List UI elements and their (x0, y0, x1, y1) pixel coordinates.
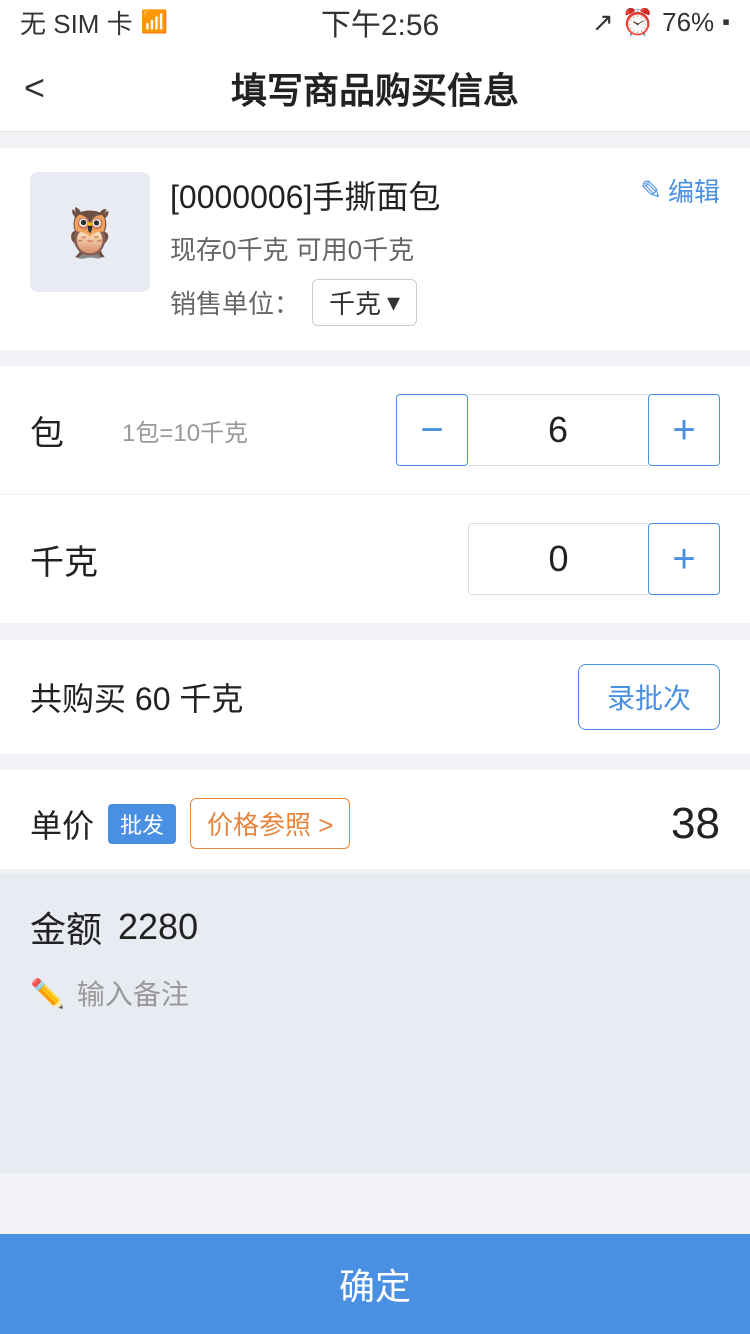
quantity-bao-row: 包 1包=10千克 − + (0, 366, 750, 495)
carrier-label: 无 SIM 卡 (20, 4, 133, 41)
bao-controls: − + (396, 394, 720, 466)
remark-row[interactable]: ✏️ 输入备注 (30, 973, 720, 1013)
bao-label: 包 (30, 406, 110, 455)
batch-button[interactable]: 录批次 (578, 664, 720, 730)
status-bar: 无 SIM 卡 📶 下午2:56 ↗ ⏰ 76% ▪ (0, 0, 750, 44)
amount-label: 金额 (30, 901, 102, 953)
confirm-section[interactable]: 确定 (0, 1234, 750, 1334)
amount-row: 金额 2280 (30, 901, 720, 953)
amount-value: 2280 (118, 906, 198, 948)
quantity-section: 包 1包=10千克 − + 千克 + (0, 366, 750, 624)
product-name: [0000006]手撕面包 (170, 172, 720, 218)
price-label: 单价 (30, 801, 94, 847)
kg-label: 千克 (30, 535, 110, 584)
quantity-kg-row: 千克 + (0, 495, 750, 624)
status-left: 无 SIM 卡 📶 (20, 4, 168, 41)
battery-label: 76% (662, 7, 714, 38)
price-tag: 批发 (108, 804, 176, 844)
price-value: 38 (671, 799, 720, 849)
unit-value: 千克 (329, 284, 381, 321)
edit-button[interactable]: ✎ 编辑 (640, 172, 720, 209)
edit-label: 编辑 (668, 172, 720, 209)
bao-hint: 1包=10千克 (122, 413, 396, 448)
status-time: 下午2:56 (321, 0, 439, 44)
kg-input[interactable] (468, 523, 648, 595)
remark-icon: ✏️ (30, 977, 65, 1010)
bao-minus-button[interactable]: − (396, 394, 468, 466)
confirm-button[interactable]: 确定 (339, 1258, 411, 1310)
price-left: 单价 批发 价格参照 > (30, 798, 350, 849)
unit-label: 销售单位： (170, 284, 300, 321)
bao-plus-button[interactable]: + (648, 394, 720, 466)
edit-icon: ✎ (640, 175, 662, 206)
product-image: 🦉 (30, 172, 150, 292)
price-ref-button[interactable]: 价格参照 > (190, 798, 350, 849)
product-section: 🦉 [0000006]手撕面包 现存0千克 可用0千克 销售单位： 千克 ▾ ✎… (0, 148, 750, 350)
back-button[interactable]: < (24, 67, 45, 109)
battery-icon: ▪ (722, 9, 730, 35)
alarm-icon: ⏰ (622, 7, 654, 38)
remark-placeholder: 输入备注 (77, 973, 189, 1013)
amount-section: 金额 2280 ✏️ 输入备注 (0, 873, 750, 1173)
page-title: 填写商品购买信息 (231, 62, 519, 114)
kg-plus-button[interactable]: + (648, 523, 720, 595)
product-info: [0000006]手撕面包 现存0千克 可用0千克 销售单位： 千克 ▾ (170, 172, 720, 326)
status-right: ↗ ⏰ 76% ▪ (592, 7, 730, 38)
summary-text: 共购买 60 千克 (30, 674, 243, 720)
location-icon: ↗ (592, 7, 614, 38)
product-unit-row: 销售单位： 千克 ▾ (170, 279, 720, 326)
unit-select[interactable]: 千克 ▾ (312, 279, 417, 326)
product-owl-icon: 🦉 (60, 204, 120, 261)
wifi-icon: 📶 (141, 9, 168, 35)
nav-bar: < 填写商品购买信息 (0, 44, 750, 132)
chevron-down-icon: ▾ (387, 287, 400, 318)
product-stock: 现存0千克 可用0千克 (170, 230, 720, 267)
price-section: 单价 批发 价格参照 > 38 (0, 770, 750, 869)
kg-controls: + (468, 523, 720, 595)
price-row: 单价 批发 价格参照 > 38 (30, 798, 720, 849)
summary-section: 共购买 60 千克 录批次 (0, 640, 750, 754)
bao-input[interactable] (468, 394, 648, 466)
